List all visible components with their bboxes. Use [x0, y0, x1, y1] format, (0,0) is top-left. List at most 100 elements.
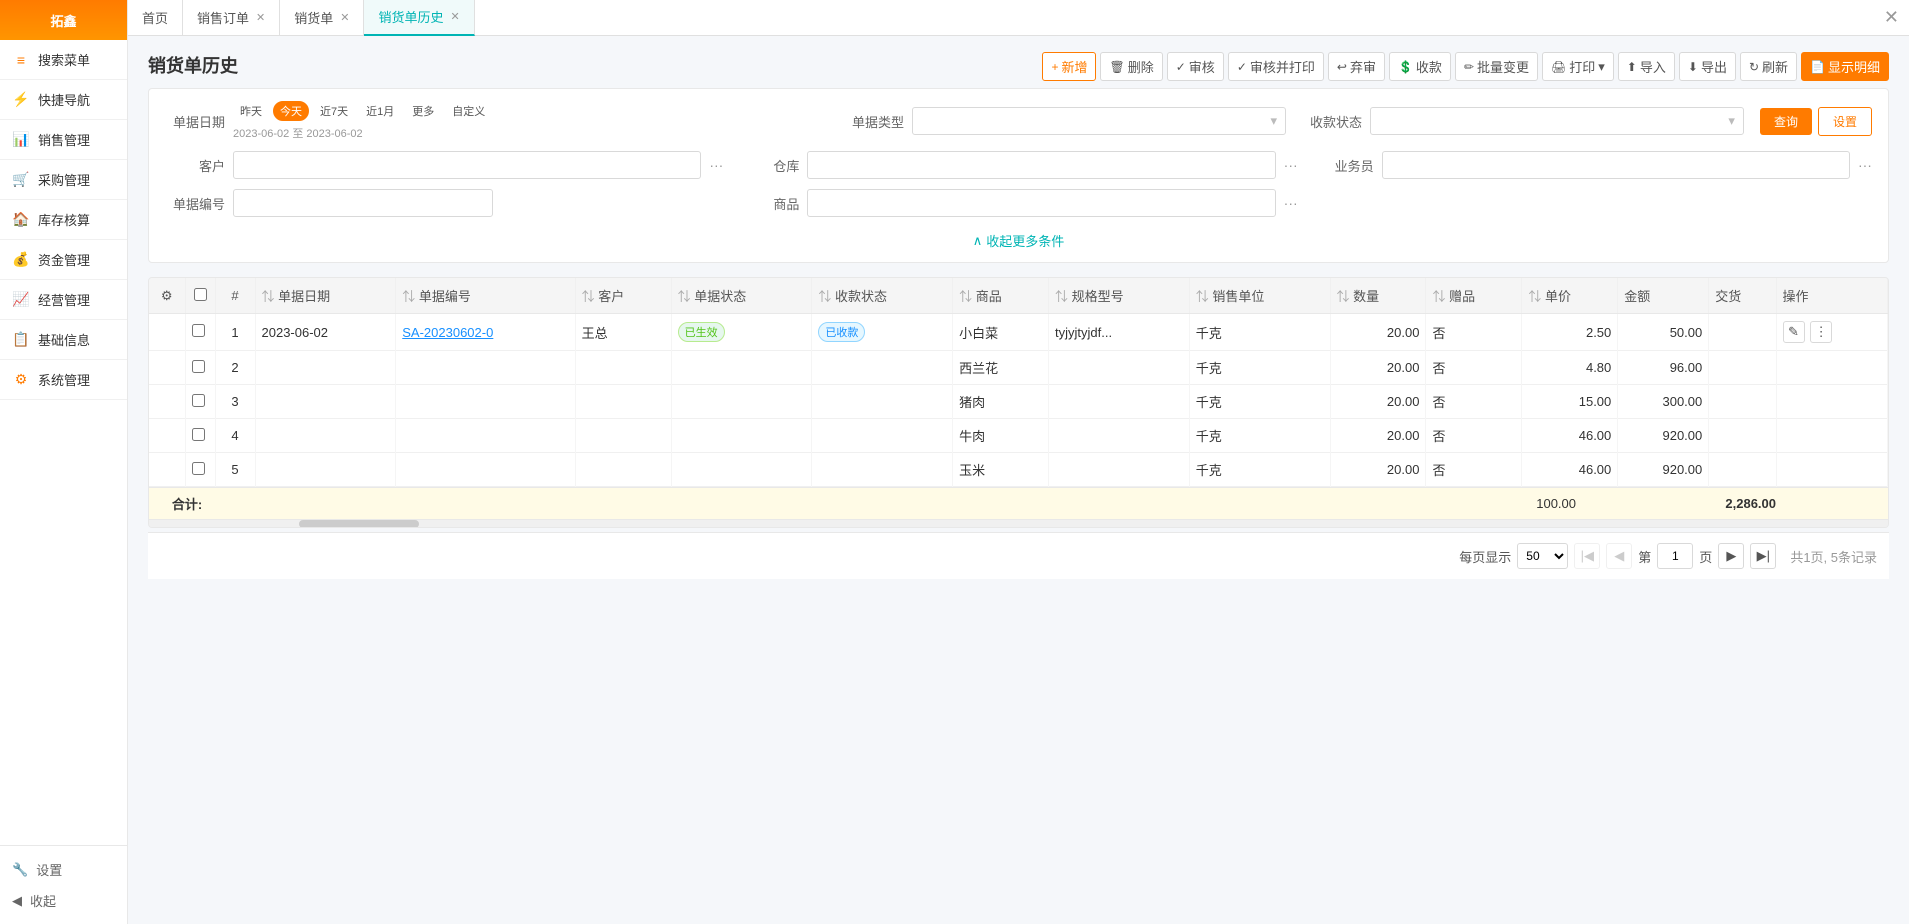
date-tag-custom[interactable]: 自定义	[445, 101, 492, 121]
new-button[interactable]: + 新增	[1042, 52, 1096, 81]
row1-doc-status-badge: 已生效	[678, 322, 725, 342]
show-detail-icon: 📄	[1810, 60, 1825, 74]
customer-input[interactable]	[233, 151, 701, 179]
sidebar-item-sales-mgmt[interactable]: 📊 销售管理	[0, 120, 127, 160]
customer-more-icon[interactable]: ···	[709, 157, 723, 173]
sort-icon: ⇅	[262, 289, 275, 304]
collect-icon: 💲	[1398, 60, 1413, 74]
sidebar-item-inventory[interactable]: 🏠 库存核算	[0, 200, 127, 240]
tab-sales-delivery-close[interactable]: ✕	[340, 11, 349, 24]
row4-check[interactable]	[192, 428, 205, 441]
date-tag-today[interactable]: 今天	[273, 101, 309, 121]
payment-status-select[interactable]: ▾	[1370, 107, 1744, 135]
warehouse-more-icon[interactable]: ···	[1284, 157, 1298, 173]
col-settings[interactable]: ⚙	[149, 278, 185, 314]
tab-close-all[interactable]: ✕	[1884, 7, 1909, 28]
settings-button[interactable]: 设置	[1818, 107, 1872, 136]
import-button[interactable]: ⬆ 导入	[1618, 52, 1675, 81]
collect-button[interactable]: 💲 收款	[1389, 52, 1451, 81]
row1-operation: ✎ ⋮	[1776, 314, 1888, 351]
row5-check[interactable]	[192, 462, 205, 475]
batch-change-button[interactable]: ✏ 批量变更	[1455, 52, 1538, 81]
page-number-input[interactable]	[1657, 543, 1693, 569]
tab-sales-order-close[interactable]: ✕	[256, 11, 265, 24]
sidebar-item-finance[interactable]: 💰 资金管理	[0, 240, 127, 280]
filter-payment-status-item: 收款状态 ▾	[1302, 107, 1744, 135]
prev-page-btn[interactable]: ◀	[1606, 543, 1632, 569]
row1-num: 1	[215, 314, 255, 351]
sidebar-item-operations[interactable]: 📈 经营管理	[0, 280, 127, 320]
tab-sales-delivery[interactable]: 销货单 ✕	[280, 0, 364, 36]
row1-more-btn[interactable]: ⋮	[1810, 321, 1832, 343]
col-unit-price[interactable]: ⇅ 单价	[1522, 278, 1618, 314]
sidebar-item-quick-nav[interactable]: ⚡ 快捷导航	[0, 80, 127, 120]
col-doc-date[interactable]: ⇅ 单据日期	[255, 278, 396, 314]
refresh-icon: ↻	[1749, 60, 1759, 74]
sidebar-item-system-mgmt[interactable]: ⚙ 系统管理	[0, 360, 127, 400]
row2-check[interactable]	[192, 360, 205, 373]
tab-home[interactable]: 首页	[128, 0, 183, 36]
page-label: 第	[1638, 547, 1651, 566]
col-product[interactable]: ⇅ 商品	[953, 278, 1049, 314]
col-payment-status[interactable]: ⇅ 收款状态	[812, 278, 953, 314]
scrollbar-thumb[interactable]	[299, 520, 419, 528]
date-range-display: 2023-06-02 至 2023-06-02	[233, 125, 828, 141]
doc-type-select[interactable]: ▾	[912, 107, 1286, 135]
tab-sales-order[interactable]: 销售订单 ✕	[183, 0, 280, 36]
sort-icon-5: ⇅	[818, 289, 831, 304]
sales-person-more-icon[interactable]: ···	[1858, 157, 1872, 173]
per-page-select[interactable]: 50 100 200	[1517, 543, 1568, 569]
delete-button[interactable]: 🗑 删除	[1100, 52, 1162, 81]
col-quantity[interactable]: ⇅ 数量	[1330, 278, 1426, 314]
product-more-icon[interactable]: ···	[1284, 195, 1298, 211]
row3-product: 猪肉	[953, 385, 1049, 419]
data-table: ⚙ # ⇅ 单据日期 ⇅ 单据编号	[149, 278, 1888, 487]
system-mgmt-icon: ⚙	[12, 371, 30, 388]
last-page-btn[interactable]: ▶|	[1750, 543, 1776, 569]
finance-icon: 💰	[12, 251, 30, 268]
collapse-icon: ◀	[12, 893, 22, 909]
sidebar-item-search-menu[interactable]: ≡ 搜索菜单	[0, 40, 127, 80]
show-detail-button[interactable]: 📄 显示明细	[1801, 52, 1889, 81]
col-sales-unit[interactable]: ⇅ 销售单位	[1189, 278, 1330, 314]
next-page-btn[interactable]: ▶	[1718, 543, 1744, 569]
print-button[interactable]: 🖨 打印 ▾	[1542, 52, 1614, 81]
collapse-filter-btn[interactable]: ∧ 收起更多条件	[165, 227, 1872, 250]
col-gift[interactable]: ⇅ 赠品	[1426, 278, 1522, 314]
approve-print-button[interactable]: ✓ 审核并打印	[1228, 52, 1324, 81]
row1-doc-number-link[interactable]: SA-20230602-0	[402, 325, 493, 340]
print-dropdown-icon: ▾	[1598, 59, 1605, 75]
col-doc-number[interactable]: ⇅ 单据编号	[396, 278, 575, 314]
sidebar-settings-btn[interactable]: 🔧 设置	[0, 854, 127, 885]
warehouse-input[interactable]	[807, 151, 1275, 179]
query-button[interactable]: 查询	[1760, 108, 1812, 135]
scrollbar-area[interactable]	[149, 519, 1888, 527]
row1-edit-btn[interactable]: ✎	[1783, 321, 1805, 343]
col-doc-status[interactable]: ⇅ 单据状态	[671, 278, 812, 314]
export-button[interactable]: ⬇ 导出	[1679, 52, 1736, 81]
row1-check[interactable]	[192, 324, 205, 337]
row3-check[interactable]	[192, 394, 205, 407]
col-customer[interactable]: ⇅ 客户	[575, 278, 671, 314]
refresh-button[interactable]: ↻ 刷新	[1740, 52, 1797, 81]
select-all-checkbox[interactable]	[194, 288, 207, 301]
col-spec-type[interactable]: ⇅ 规格型号	[1049, 278, 1190, 314]
tab-sales-history[interactable]: 销货单历史 ✕	[364, 0, 474, 36]
row1-customer: 王总	[575, 314, 671, 351]
tab-sales-history-close[interactable]: ✕	[451, 10, 460, 23]
sales-person-input[interactable]	[1382, 151, 1850, 179]
approve-button[interactable]: ✓ 审核	[1167, 52, 1224, 81]
date-tag-yesterday[interactable]: 昨天	[233, 101, 269, 121]
abandon-button[interactable]: ↩ 弃审	[1328, 52, 1385, 81]
sidebar-item-basic-info[interactable]: 📋 基础信息	[0, 320, 127, 360]
page-suffix: 页	[1699, 547, 1712, 566]
sidebar-item-purchase-mgmt[interactable]: 🛒 采购管理	[0, 160, 127, 200]
date-tag-more[interactable]: 更多	[405, 101, 441, 121]
first-page-btn[interactable]: |◀	[1574, 543, 1600, 569]
doc-number-input[interactable]	[233, 189, 493, 217]
date-tag-7days[interactable]: 近7天	[313, 101, 355, 121]
product-input[interactable]	[807, 189, 1275, 217]
warehouse-label: 仓库	[739, 156, 799, 175]
sidebar-collapse-btn[interactable]: ◀ 收起	[0, 885, 127, 916]
date-tag-1month[interactable]: 近1月	[359, 101, 401, 121]
